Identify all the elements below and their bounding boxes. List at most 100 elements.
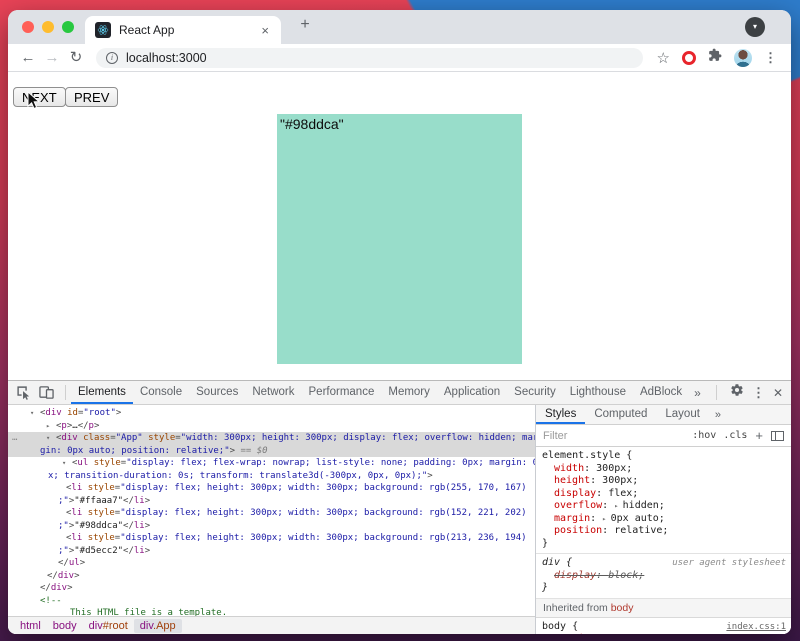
expand-shorthand-icon[interactable]: ▸ [602, 515, 610, 523]
more-tabs-icon[interactable]: » [689, 386, 706, 400]
css-property[interactable]: margin: ▸ 0px auto; [542, 513, 789, 526]
css-property[interactable]: display: block; [542, 570, 789, 583]
stylesheet-source-link[interactable]: index.css:1 [726, 622, 786, 632]
styles-filter-input[interactable] [543, 429, 686, 442]
forward-button[interactable]: → [40, 45, 64, 71]
tab-close-icon[interactable]: × [259, 23, 271, 38]
react-favicon-icon [95, 22, 111, 38]
dom-tree-line[interactable]: </div> [8, 570, 535, 583]
styles-sidebar: StylesComputedLayout » :hov .cls + elemen… [535, 405, 791, 634]
css-property[interactable]: height: 300px; [542, 475, 789, 488]
devtools-toolbar: Elements Console Sources Network Performance… [8, 381, 791, 405]
dt-tab-sources[interactable]: Sources [189, 381, 245, 404]
dom-tree-line[interactable]: ;">"#ffaaa7"</li> [8, 495, 535, 508]
browser-tab[interactable]: React App × [85, 16, 281, 44]
devtools-settings-gear-icon[interactable] [730, 383, 744, 402]
dom-tree-line[interactable]: </div> [8, 582, 535, 595]
dom-tree-line[interactable]: </ul> [8, 557, 535, 570]
dom-tree-line[interactable]: <li style="display: flex; height: 300px;… [8, 507, 535, 520]
dom-tree-line[interactable]: … ▾ <div class="App" style="width: 300px; … [8, 432, 535, 445]
devtools-controls: ⋮ ✕ [711, 383, 785, 402]
dt-tab-memory[interactable]: Memory [381, 381, 437, 404]
sb-toggle--hov[interactable]: :hov [692, 430, 716, 441]
css-property[interactable]: display: flex; [542, 488, 789, 501]
dom-tree-line[interactable]: <li style="display: flex; height: 300px;… [8, 532, 535, 545]
style-rule[interactable]: element.style {width: 300px; height: 300p… [536, 447, 791, 554]
expand-arrow-icon[interactable]: ▾ [46, 432, 56, 445]
slide: "#98ddca" [277, 114, 522, 364]
dom-tree-line[interactable]: ;">"#d5ecc2"</li> [8, 545, 535, 558]
devtools-menu-icon[interactable]: ⋮ [752, 385, 765, 401]
style-rule[interactable]: index.css:1body {margin: ▸ 0;} [536, 618, 791, 635]
zoom-window-button[interactable] [62, 21, 74, 33]
dt-tab-lighthouse[interactable]: Lighthouse [563, 381, 633, 404]
page-content: NEXT PREV "#98ddca" [8, 72, 791, 380]
dt-tab-network[interactable]: Network [245, 381, 301, 404]
expand-shorthand-icon[interactable]: ▸ [614, 502, 622, 510]
toolbar-divider [715, 385, 717, 400]
dom-tree-line[interactable]: This HTML file is a template. [8, 607, 535, 616]
css-property[interactable]: overflow: ▸ hidden; [542, 500, 789, 513]
sidebar-more-tabs-icon[interactable]: » [709, 409, 727, 421]
expand-arrow-icon[interactable]: ▾ [62, 457, 72, 470]
reload-button[interactable]: ↻ [64, 45, 88, 71]
dt-tab-performance[interactable]: Performance [302, 381, 382, 404]
elements-pane: ▾ <div id="root"> ▸ <p>…</p>… ▾ <div class="A… [8, 405, 535, 634]
next-button[interactable]: NEXT [13, 87, 66, 107]
browser-menu-icon[interactable]: ⋮ [764, 50, 777, 66]
adblock-extension-icon[interactable] [682, 50, 696, 65]
bookmark-star-icon[interactable]: ☆ [657, 49, 670, 67]
inherited-from-link[interactable]: body [611, 602, 634, 614]
site-info-icon[interactable]: i [106, 51, 118, 64]
sb-toggle--cls[interactable]: .cls [723, 430, 747, 441]
new-style-rule-button[interactable]: + [755, 429, 763, 442]
css-property[interactable]: position: relative; [542, 525, 789, 538]
breadcrumb-item[interactable]: div#root [83, 619, 134, 633]
tab-title: React App [119, 23, 175, 37]
back-button[interactable]: ← [16, 45, 40, 71]
node-menu-dots[interactable]: … [12, 432, 18, 445]
dt-tab-elements[interactable]: Elements [71, 381, 133, 404]
devtools-close-icon[interactable]: ✕ [773, 386, 783, 400]
dom-tree-line[interactable]: <li style="display: flex; height: 300px;… [8, 482, 535, 495]
styles-filter-bar: :hov .cls + [536, 425, 791, 447]
sb-tab-styles[interactable]: Styles [536, 405, 585, 424]
dt-tab-console[interactable]: Console [133, 381, 189, 404]
expand-arrow-icon[interactable]: ▾ [30, 407, 40, 420]
url-text[interactable]: localhost:3000 [126, 51, 207, 65]
tab-search-chevron-icon[interactable]: ▾ [745, 17, 765, 37]
device-toolbar-icon[interactable] [37, 385, 55, 401]
dom-tree-line[interactable]: ▾ <ul style="display: flex; flex-wrap: no… [8, 457, 535, 470]
dom-tree-line[interactable]: ▾ <div id="root"> [8, 407, 535, 420]
styles-toggle-list: :hov .cls [685, 430, 747, 441]
profile-avatar[interactable] [734, 48, 752, 67]
devtools-panel: Elements Console Sources Network Performance… [8, 380, 791, 634]
dom-tree-line[interactable]: gin: 0px auto; position: relative;"> == … [8, 444, 535, 457]
dt-tab-application[interactable]: Application [437, 381, 507, 404]
prev-button[interactable]: PREV [65, 87, 119, 107]
breadcrumb-item[interactable]: div.App [133, 618, 182, 633]
dom-tree-line[interactable]: <!-- [8, 595, 535, 608]
toggle-sidebar-panel-icon[interactable] [771, 430, 784, 441]
dom-tree-line[interactable]: x; transition-duration: 0s; transform: t… [8, 470, 535, 483]
style-rule[interactable]: user agent stylesheet div {display: block… [536, 554, 791, 599]
extensions-puzzle-icon[interactable] [708, 48, 722, 67]
stylesheet-origin-label: user agent stylesheet [672, 558, 786, 568]
new-tab-button[interactable]: + [294, 16, 316, 34]
sb-tab-computed[interactable]: Computed [585, 405, 656, 424]
dom-tree: ▾ <div id="root"> ▸ <p>…</p>… ▾ <div class="A… [8, 405, 535, 616]
dom-tree-line[interactable]: ▸ <p>…</p> [8, 420, 535, 433]
expand-arrow-icon[interactable]: ▸ [46, 420, 56, 433]
dt-tab-adblock[interactable]: AdBlock [633, 381, 689, 404]
address-bar[interactable]: i localhost:3000 [96, 47, 643, 68]
close-window-button[interactable] [22, 21, 34, 33]
css-property[interactable]: width: 300px; [542, 463, 789, 476]
minimize-window-button[interactable] [42, 21, 54, 33]
dt-tab-security[interactable]: Security [507, 381, 563, 404]
breadcrumb-item[interactable]: html [14, 619, 47, 633]
dom-tree-line[interactable]: ;">"#98ddca"</li> [8, 520, 535, 533]
sb-tab-layout[interactable]: Layout [656, 405, 709, 424]
inspect-element-icon[interactable] [14, 385, 32, 401]
breadcrumb-item[interactable]: body [47, 619, 83, 633]
css-property[interactable]: margin: ▸ 0; [542, 633, 789, 634]
